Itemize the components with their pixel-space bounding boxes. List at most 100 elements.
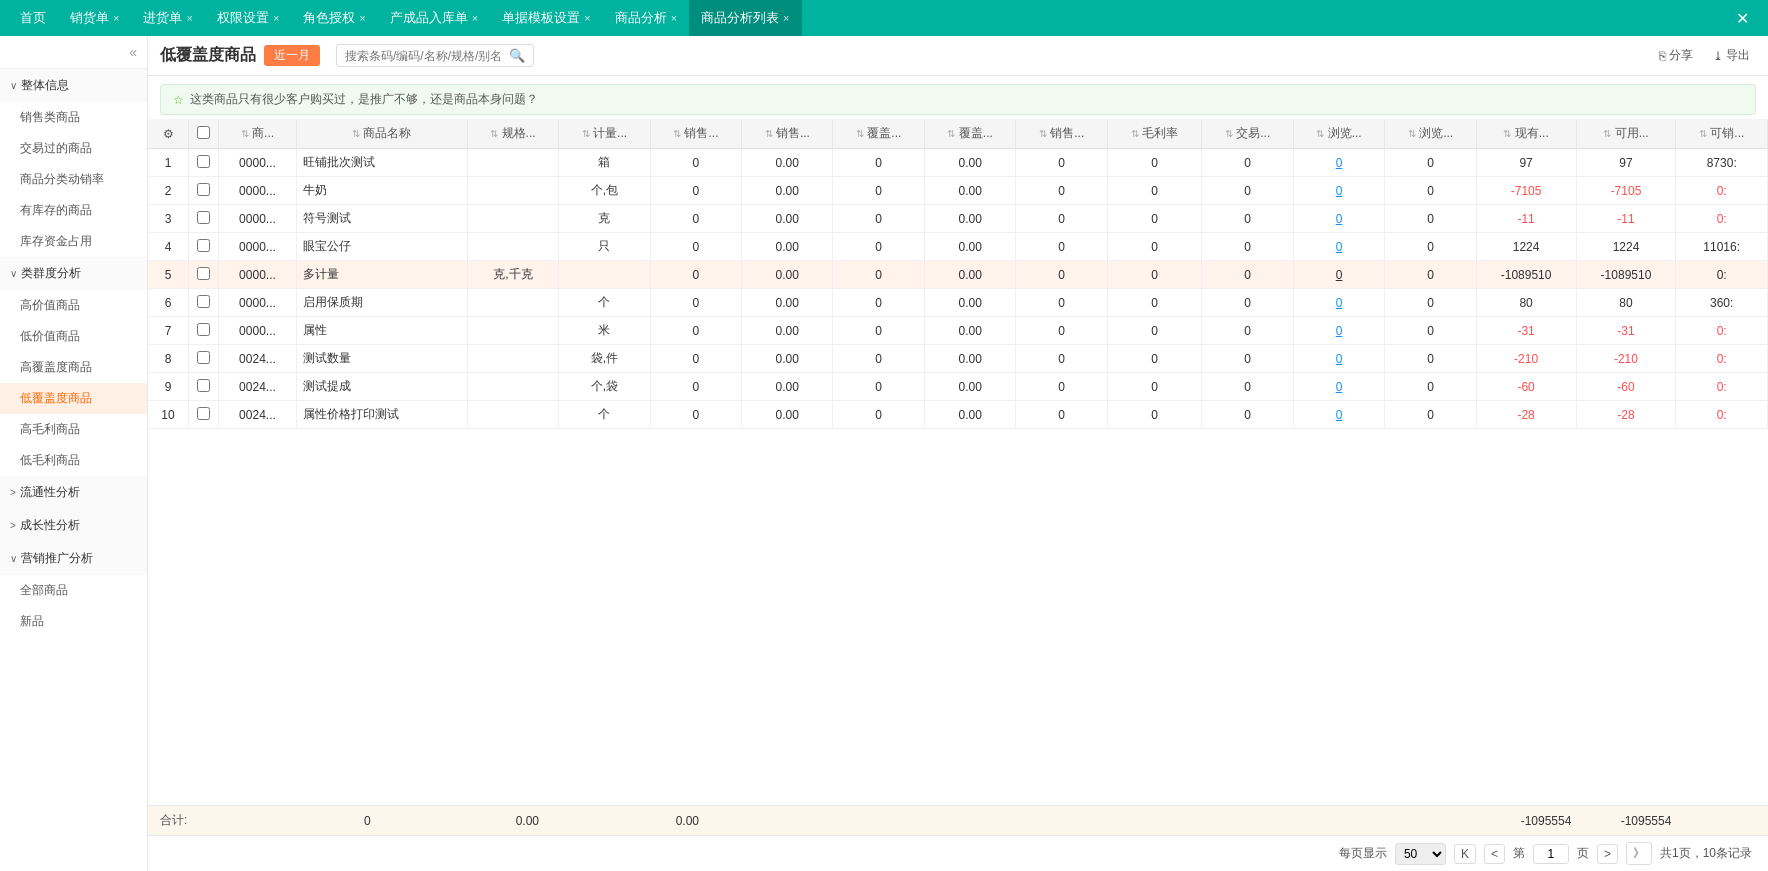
col-settings[interactable]: ⚙ [148,119,189,149]
row-checkbox[interactable] [197,379,210,392]
row-unit: 只 [559,233,650,261]
row-checkbox[interactable] [197,155,210,168]
first-page-button[interactable]: K [1454,844,1476,864]
nav-sales[interactable]: 销货单 × [58,0,131,36]
select-all-checkbox[interactable] [197,126,210,139]
row-current: -60 [1476,373,1576,401]
search-input[interactable] [345,49,505,63]
sidebar-group-quality[interactable]: ∨ 类群度分析 [0,257,147,290]
row-checkbox[interactable] [197,239,210,252]
row-current: 80 [1476,289,1576,317]
sidebar-item-low-coverage[interactable]: 低覆盖度商品 [0,383,147,414]
row-browse2: 0 [1385,373,1476,401]
nav-roles[interactable]: 角色授权 × [291,0,377,36]
row-checkbox[interactable] [197,183,210,196]
row-checkbox[interactable] [197,267,210,280]
page-size-select[interactable]: 50 100 200 [1395,843,1446,865]
sidebar-group-overall[interactable]: ∨ 整体信息 [0,69,147,102]
row-checkbox[interactable] [197,295,210,308]
row-name: 多计量 [296,261,467,289]
next-page-button[interactable]: > [1597,844,1618,864]
nav-permissions[interactable]: 权限设置 × [205,0,291,36]
sidebar-item-capital-ratio[interactable]: 库存资金占用 [0,226,147,257]
row-browse1[interactable]: 0 [1293,345,1384,373]
sidebar-item-sales-rate[interactable]: 商品分类动销率 [0,164,147,195]
page-number-input[interactable] [1533,844,1569,864]
nav-close-product-analysis[interactable]: × [671,12,677,24]
nav-close-template[interactable]: × [584,12,590,24]
row-cov1: 0 [833,205,924,233]
sidebar-group-marketing[interactable]: ∨ 营销推广分析 [0,542,147,575]
row-checkbox[interactable] [197,211,210,224]
sidebar-item-low-profit[interactable]: 低毛利商品 [0,445,147,476]
info-banner: ☆ 这类商品只有很少客户购买过，是推广不够，还是商品本身问题？ [160,84,1756,115]
row-browse1[interactable]: 0 [1293,233,1384,261]
share-button[interactable]: ⎘ 分享 [1653,44,1699,67]
row-num: 3 [148,205,189,233]
row-sales-qty: 0 [650,289,741,317]
row-browse1[interactable]: 0 [1293,401,1384,429]
sidebar-item-sales-goods[interactable]: 销售类商品 [0,102,147,133]
sidebar-item-high-coverage[interactable]: 高覆盖度商品 [0,352,147,383]
nav-product-analysis-list[interactable]: 商品分析列表 × [689,0,801,36]
row-browse1[interactable]: 0 [1293,261,1384,289]
nav-product-analysis[interactable]: 商品分析 × [603,0,689,36]
row-browse1[interactable]: 0 [1293,289,1384,317]
page-title: 低覆盖度商品 [160,45,256,66]
export-button[interactable]: ⤓ 导出 [1707,44,1756,67]
table-row: 2 0000... 牛奶 个,包 0 0.00 0 0.00 0 0 0 0 0… [148,177,1768,205]
table-row: 8 0024... 测试数量 袋,件 0 0.00 0 0.00 0 0 0 0… [148,345,1768,373]
row-unit [559,261,650,289]
col-checkbox [189,119,219,149]
last-page-button[interactable]: 》 [1626,842,1652,865]
footer-sales-amt: 0 [327,814,407,828]
row-checkbox[interactable] [197,407,210,420]
row-checkbox[interactable] [197,323,210,336]
row-name: 旺铺批次测试 [296,149,467,177]
nav-purchase[interactable]: 进货单 × [131,0,204,36]
sidebar-item-all-goods[interactable]: 全部商品 [0,575,147,606]
nav-close-finished[interactable]: × [472,12,478,24]
row-browse1[interactable]: 0 [1293,205,1384,233]
sidebar-item-in-stock[interactable]: 有库存的商品 [0,195,147,226]
row-trade: 0 [1202,317,1293,345]
sidebar-item-new-goods[interactable]: 新品 [0,606,147,637]
sidebar-item-high-profit[interactable]: 高毛利商品 [0,414,147,445]
row-spec [467,177,558,205]
sidebar-item-high-value[interactable]: 高价值商品 [0,290,147,321]
row-saleable: 0: [1676,261,1768,289]
row-checkbox[interactable] [197,351,210,364]
nav-close-product-analysis-list[interactable]: × [783,12,789,24]
sidebar-item-traded-goods[interactable]: 交易过的商品 [0,133,147,164]
row-browse1[interactable]: 0 [1293,373,1384,401]
search-icon: 🔍 [509,48,525,63]
col-gross-rate: ⇅ 毛利率 [1107,119,1202,149]
row-browse1[interactable]: 0 [1293,149,1384,177]
row-available: -11 [1576,205,1676,233]
nav-template[interactable]: 单据模板设置 × [490,0,602,36]
row-browse1[interactable]: 0 [1293,317,1384,345]
sidebar-item-low-value[interactable]: 低价值商品 [0,321,147,352]
nav-close-permissions[interactable]: × [273,12,279,24]
sidebar-group-circulation[interactable]: > 流通性分析 [0,476,147,509]
nav-close-roles[interactable]: × [359,12,365,24]
row-unit: 米 [559,317,650,345]
nav-home[interactable]: 首页 [8,0,58,36]
sidebar-collapse-button[interactable]: « [129,44,137,60]
table-container[interactable]: ⚙ ⇅ 商... ⇅ 商品名称 ⇅ 规格... ⇅ 计量... ⇅ 销售... … [148,119,1768,805]
nav-finished-goods[interactable]: 产成品入库单 × [378,0,490,36]
row-trade: 0 [1202,233,1293,261]
date-filter-button[interactable]: 近一月 [264,45,320,66]
table-row: 7 0000... 属性 米 0 0.00 0 0.00 0 0 0 0 0 -… [148,317,1768,345]
sidebar-group-growth[interactable]: > 成长性分析 [0,509,147,542]
prev-page-button[interactable]: < [1484,844,1505,864]
row-name: 测试数量 [296,345,467,373]
table-row: 6 0000... 启用保质期 个 0 0.00 0 0.00 0 0 0 0 … [148,289,1768,317]
row-sales-amt: 0.00 [742,289,833,317]
nav-close-purchase[interactable]: × [186,12,192,24]
footer-sales-amt2: 0.00 [487,814,567,828]
row-unit: 袋,件 [559,345,650,373]
window-close-button[interactable]: ✕ [1724,0,1760,36]
row-browse1[interactable]: 0 [1293,177,1384,205]
nav-close-sales[interactable]: × [113,12,119,24]
